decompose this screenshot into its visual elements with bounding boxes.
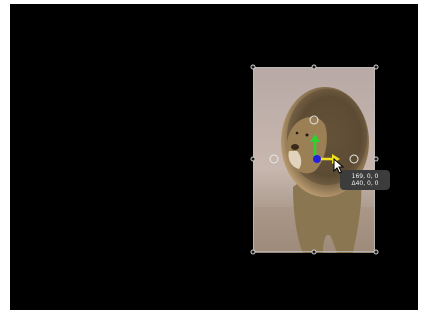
- rotate-ring-right[interactable]: [349, 154, 359, 164]
- resize-handle-left[interactable]: [250, 156, 256, 162]
- position-readout: 169, 0, 0: [351, 173, 379, 180]
- resize-handle-right[interactable]: [373, 156, 379, 162]
- resize-handle-bottom-right[interactable]: [373, 249, 379, 255]
- resize-handle-bottom-left[interactable]: [250, 249, 256, 255]
- rotate-ring-left[interactable]: [269, 154, 279, 164]
- resize-handle-bottom[interactable]: [311, 249, 317, 255]
- resize-handle-top-left[interactable]: [250, 64, 256, 70]
- rotate-ring-top[interactable]: [309, 115, 319, 125]
- transform-readout-tooltip: 169, 0, 0 Δ40, 0, 0: [340, 170, 390, 190]
- resize-handle-top-right[interactable]: [373, 64, 379, 70]
- delta-readout: Δ40, 0, 0: [351, 180, 379, 187]
- z-axis-dot-icon: [313, 155, 321, 163]
- mouse-pointer-icon: [333, 158, 345, 174]
- resize-handle-top[interactable]: [311, 64, 317, 70]
